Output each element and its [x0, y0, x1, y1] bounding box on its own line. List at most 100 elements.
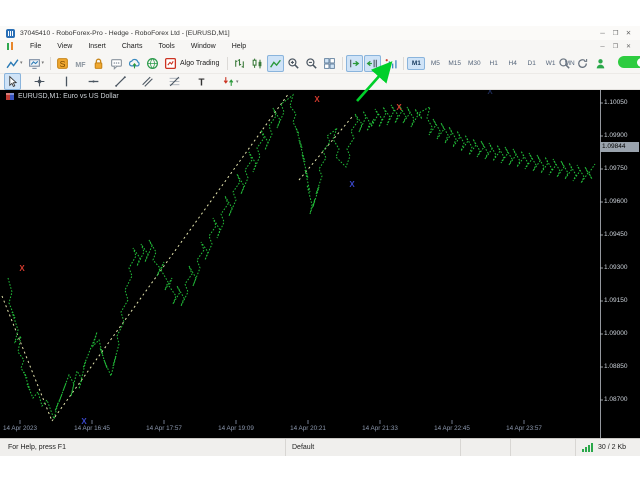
zoom-out-button[interactable] — [303, 55, 320, 72]
lock-icon — [92, 57, 105, 70]
time-label: 14 Apr 16:45 — [74, 425, 110, 432]
standard-toolbar: ▾ ▾ S MF Algo Trading M1 M5 M15 M30 H1 H4 D1 W1 MN — [0, 53, 640, 74]
toolbar-separator — [342, 56, 344, 70]
toolbar-right-cluster — [556, 55, 610, 72]
indicators-button[interactable] — [382, 55, 399, 72]
cursor-icon — [6, 75, 19, 88]
market-button[interactable]: MF — [72, 55, 89, 72]
text-label-button[interactable]: T — [193, 73, 210, 90]
search-icon — [558, 57, 571, 70]
svg-text:X: X — [349, 180, 355, 189]
status-profile[interactable]: Default — [285, 439, 460, 456]
autoscroll-icon — [348, 57, 361, 70]
vps-button[interactable] — [90, 55, 107, 72]
text-icon: T — [195, 75, 208, 88]
time-label: 14 Apr 20:21 — [290, 425, 326, 432]
crosshair-icon — [33, 75, 46, 88]
community-button[interactable] — [144, 55, 161, 72]
price-label: 1.09000 — [604, 330, 628, 337]
chart-area[interactable]: XXXXXX EURUSD,M1: Euro vs US Dollar 1.09… — [0, 90, 640, 438]
menu-bar: File View Insert Charts Tools Window Help ─ ❐ ✕ — [0, 40, 640, 54]
green-toggle[interactable] — [618, 56, 640, 68]
line-chart-button[interactable] — [267, 54, 285, 72]
timeframe-h4-button[interactable]: H4 — [504, 57, 522, 70]
messages-button[interactable] — [108, 55, 125, 72]
new-chart-button[interactable]: ▾ — [4, 55, 25, 72]
price-label: 1.08850 — [604, 363, 628, 370]
chart-shift-button[interactable] — [364, 54, 382, 72]
vertical-line-button[interactable] — [58, 73, 75, 90]
price-label: 1.09150 — [604, 297, 628, 304]
price-label: 1.09300 — [604, 264, 628, 271]
channel-icon — [141, 75, 154, 88]
zoom-in-button[interactable] — [285, 55, 302, 72]
minimize-button[interactable]: ─ — [596, 30, 609, 37]
equidistant-channel-button[interactable] — [139, 73, 156, 90]
metaquotes-sync-button[interactable] — [574, 55, 591, 72]
connection-user-button[interactable] — [592, 55, 609, 72]
indicators-icon — [384, 57, 397, 70]
profiles-button[interactable]: ▾ — [26, 55, 47, 72]
price-label: 1.10050 — [604, 99, 628, 106]
algo-trading-label: Algo Trading — [180, 59, 220, 67]
timeframe-m30-button[interactable]: M30 — [465, 57, 484, 70]
algo-trading-button[interactable]: Algo Trading — [162, 55, 223, 72]
menu-tools[interactable]: Tools — [150, 43, 182, 50]
cursor-button[interactable] — [4, 73, 21, 90]
svg-text:X: X — [396, 103, 402, 112]
algo-icon — [164, 57, 177, 70]
menu-window[interactable]: Window — [183, 43, 224, 50]
time-label: 14 Apr 23:57 — [506, 425, 542, 432]
fibonacci-retracement-button[interactable] — [166, 73, 183, 90]
shift-icon — [366, 57, 379, 70]
search-button[interactable] — [556, 55, 573, 72]
mf-icon: MF — [74, 57, 87, 70]
toolbar-separator — [403, 56, 405, 70]
time-label: 14 Apr 22:45 — [434, 425, 470, 432]
refresh-icon — [576, 57, 589, 70]
current-price-box: 1.09844 — [600, 142, 639, 152]
trendline-button[interactable] — [112, 73, 129, 90]
auto-scroll-button[interactable] — [346, 54, 364, 72]
new-order-button[interactable]: S — [54, 55, 71, 72]
minimize-button[interactable]: ─ — [596, 44, 609, 50]
line-studies-toolbar: T ▾ — [0, 73, 640, 90]
timeframe-h1-button[interactable]: H1 — [485, 57, 503, 70]
svg-text:S: S — [60, 58, 66, 68]
timeframe-m5-button[interactable]: M5 — [426, 57, 444, 70]
price-label: 1.09750 — [604, 165, 628, 172]
crosshair-button[interactable] — [31, 73, 48, 90]
chart-window-icon[interactable] — [6, 42, 16, 51]
app-icon — [6, 28, 15, 38]
fibo-icon — [168, 75, 181, 88]
menu-view[interactable]: View — [49, 43, 80, 50]
price-label: 1.08700 — [604, 396, 628, 403]
horizontal-line-button[interactable] — [85, 73, 102, 90]
connection-speed: 30 / 2 Kb — [598, 444, 627, 451]
timeframe-d1-button[interactable]: D1 — [523, 57, 541, 70]
trendline-icon — [114, 75, 127, 88]
menu-charts[interactable]: Charts — [114, 43, 151, 50]
cloud-upload-button[interactable] — [126, 55, 143, 72]
bar-chart-button[interactable] — [231, 55, 248, 72]
restore-button[interactable]: ❐ — [609, 43, 622, 50]
close-button[interactable]: ✕ — [622, 29, 635, 37]
menu-file[interactable]: File — [22, 43, 49, 50]
price-label: 1.09900 — [604, 132, 628, 139]
timeframe-m15-button[interactable]: M15 — [445, 57, 464, 70]
restore-button[interactable]: ❐ — [609, 29, 622, 37]
status-connection[interactable]: 30 / 2 Kb — [575, 439, 640, 456]
arrows-button[interactable]: ▾ — [220, 73, 241, 90]
price-label: 1.09600 — [604, 198, 628, 205]
timeframe-m1-button[interactable]: M1 — [407, 56, 426, 70]
toolbar-separator — [50, 56, 52, 70]
close-button[interactable]: ✕ — [622, 43, 635, 50]
linechart-icon — [269, 57, 282, 70]
menu-insert[interactable]: Insert — [80, 43, 114, 50]
tile-windows-button[interactable] — [321, 55, 338, 72]
candlestick-chart-button[interactable] — [249, 55, 266, 72]
bars-icon — [233, 57, 246, 70]
status-help: For Help, press F1 — [8, 444, 66, 451]
menu-help[interactable]: Help — [224, 43, 254, 50]
order-icon: S — [56, 57, 69, 70]
